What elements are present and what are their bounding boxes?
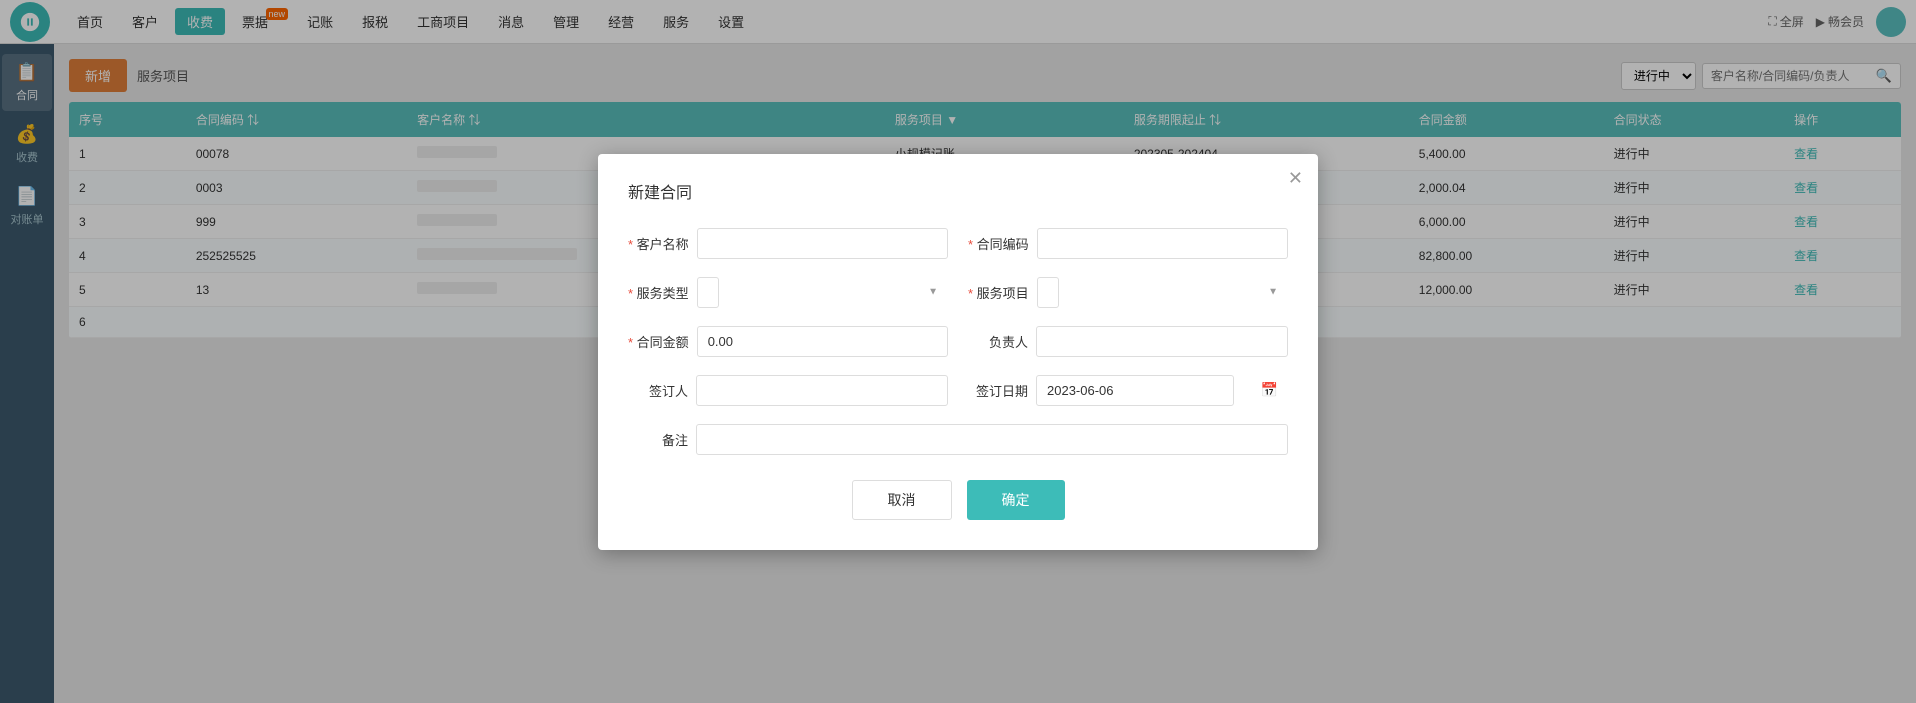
form-group-service-type: 服务类型 ▼ [628,277,948,308]
service-item-label: 服务项目 [968,283,1029,302]
service-type-select[interactable] [697,277,719,308]
form-group-customer: 客户名称 [628,228,948,259]
responsible-input[interactable] [1036,326,1288,357]
form-row-1: 客户名称 合同编码 [628,228,1288,259]
modal-title: 新建合同 [628,179,1288,203]
remark-label: 备注 [628,430,688,449]
form-group-remark: 备注 [628,424,1288,455]
modal-overlay: 新建合同 ✕ 客户名称 合同编码 服务类型 ▼ 服务项目 [0,0,1916,703]
new-contract-modal: 新建合同 ✕ 客户名称 合同编码 服务类型 ▼ 服务项目 [598,154,1318,550]
form-row-5: 备注 [628,424,1288,455]
form-row-3: 合同金额 负责人 [628,326,1288,357]
cancel-button[interactable]: 取消 [852,480,952,520]
service-item-select[interactable] [1037,277,1059,308]
contract-amount-label: 合同金额 [628,332,689,351]
form-row-2: 服务类型 ▼ 服务项目 ▼ [628,277,1288,308]
modal-footer: 取消 确定 [628,480,1288,520]
calendar-icon[interactable]: 📅 [1261,382,1278,399]
form-group-sign-date: 签订日期 📅 [968,375,1288,406]
form-group-contract-no: 合同编码 [968,228,1288,259]
contract-no-label: 合同编码 [968,234,1029,253]
modal-close-button[interactable]: ✕ [1288,169,1303,187]
service-type-label: 服务类型 [628,283,689,302]
customer-name-input[interactable] [697,228,948,259]
service-type-arrow-icon: ▼ [928,287,938,298]
service-type-wrapper: ▼ [697,277,948,308]
remark-input[interactable] [696,424,1288,455]
sign-date-label: 签订日期 [968,381,1028,400]
sign-date-wrapper: 📅 [1036,375,1288,406]
responsible-label: 负责人 [968,332,1028,351]
form-group-amount: 合同金额 [628,326,948,357]
customer-name-label: 客户名称 [628,234,689,253]
contract-no-input[interactable] [1037,228,1288,259]
contract-amount-input[interactable] [697,326,948,357]
service-item-wrapper: ▼ [1037,277,1288,308]
form-group-signer: 签订人 [628,375,948,406]
form-row-4: 签订人 签订日期 📅 [628,375,1288,406]
form-group-responsible: 负责人 [968,326,1288,357]
sign-date-input[interactable] [1036,375,1234,406]
form-group-service-item: 服务项目 ▼ [968,277,1288,308]
confirm-button[interactable]: 确定 [967,480,1065,520]
signer-input[interactable] [696,375,948,406]
signer-label: 签订人 [628,381,688,400]
service-item-arrow-icon: ▼ [1268,287,1278,298]
